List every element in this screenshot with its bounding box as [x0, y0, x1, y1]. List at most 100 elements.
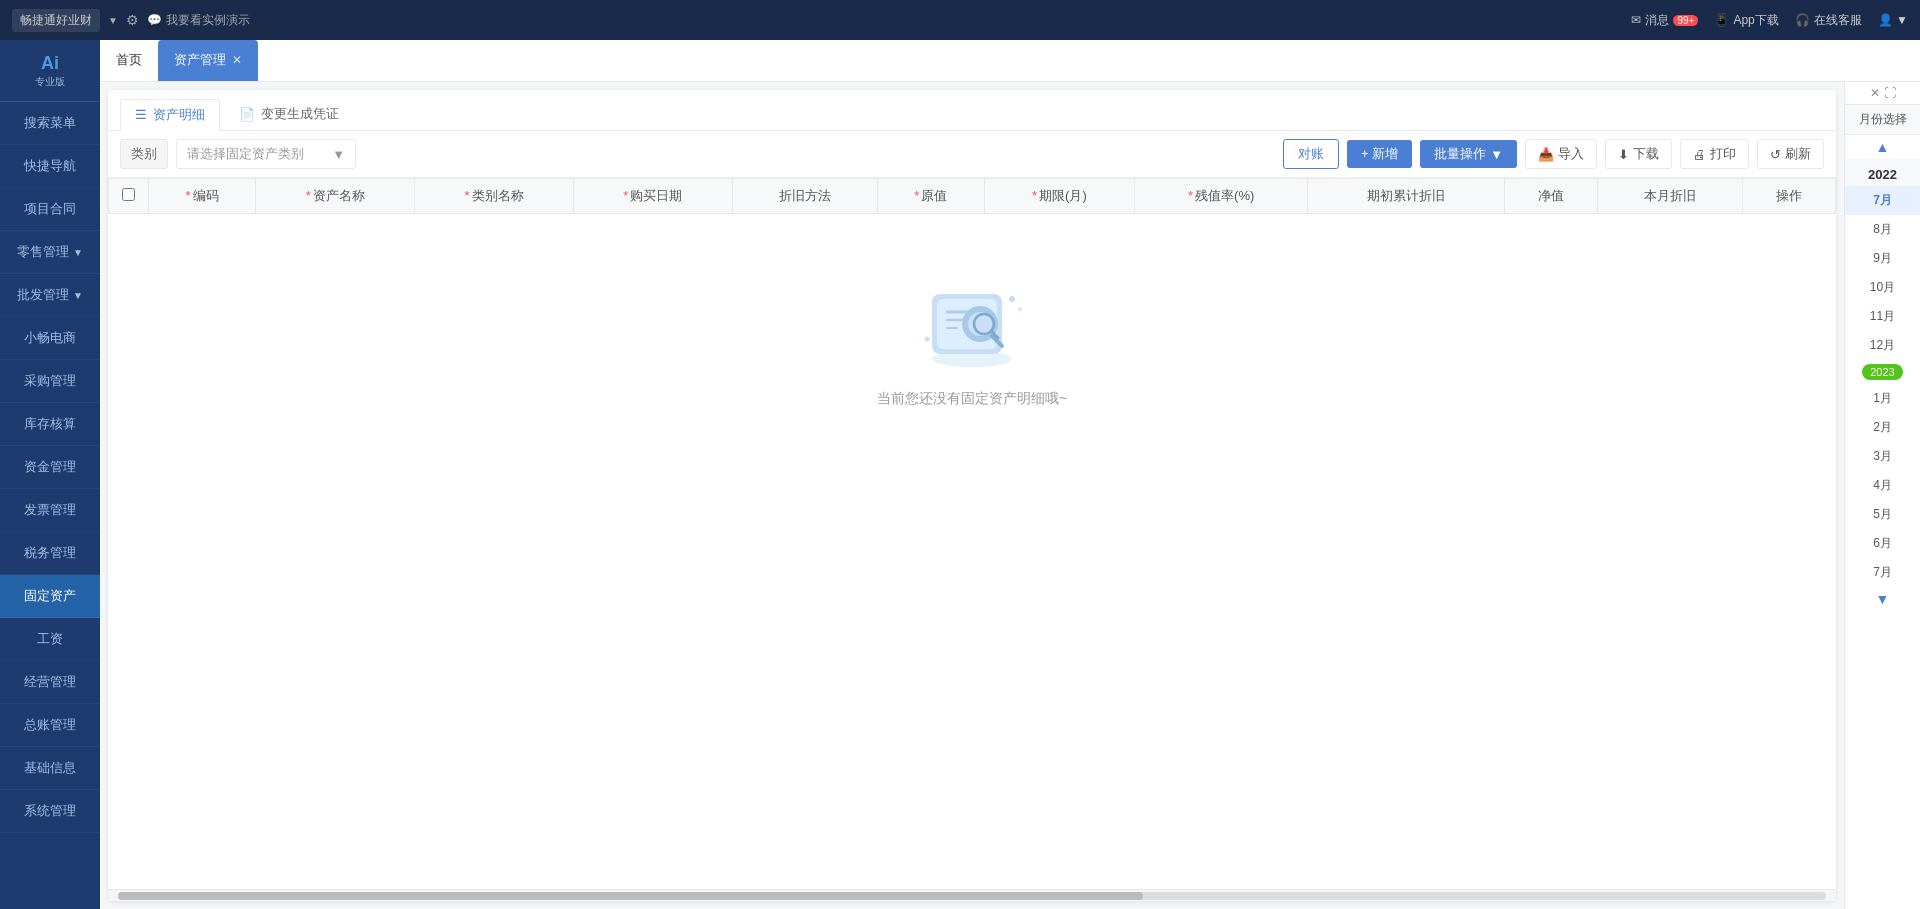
- sidebar-label-finance: 资金管理: [24, 458, 76, 476]
- import-icon: 📥: [1538, 147, 1554, 162]
- month-2022-11[interactable]: 11月: [1845, 302, 1920, 331]
- retail-arrow-icon: ▼: [73, 247, 83, 258]
- sidebar-label-search-menu: 搜索菜单: [24, 114, 76, 132]
- scrollbar-track[interactable]: [118, 892, 1826, 900]
- sidebar-item-operations[interactable]: 经营管理: [0, 661, 100, 704]
- th-net-value: 净值: [1504, 179, 1597, 214]
- month-2023-05[interactable]: 5月: [1845, 500, 1920, 529]
- assets-table: *编码 *资产名称 *类别名称 *购买日期 折旧方法 *原值 *期限(月) *残…: [108, 178, 1836, 214]
- th-accumulated-depreciation: 期初累计折旧: [1308, 179, 1504, 214]
- demo-link[interactable]: 💬 我要看实例演示: [147, 12, 250, 29]
- sidebar-item-tax[interactable]: 税务管理: [0, 532, 100, 575]
- month-2022-09[interactable]: 9月: [1845, 244, 1920, 273]
- batch-button[interactable]: 批量操作 ▼: [1420, 140, 1517, 168]
- download-button[interactable]: ⬇ 下载: [1605, 139, 1672, 169]
- month-2022-08[interactable]: 8月: [1845, 215, 1920, 244]
- sidebar-item-ledger[interactable]: 总账管理: [0, 704, 100, 747]
- user-avatar[interactable]: 👤 ▼: [1878, 13, 1908, 27]
- sidebar-item-invoice[interactable]: 发票管理: [0, 489, 100, 532]
- panel-close-icon[interactable]: ✕: [1870, 86, 1880, 100]
- reconcile-button[interactable]: 对账: [1283, 139, 1339, 169]
- sidebar-label-system: 系统管理: [24, 802, 76, 820]
- th-name: *资产名称: [256, 179, 415, 214]
- th-original-value: *原值: [877, 179, 984, 214]
- th-period: *期限(月): [984, 179, 1134, 214]
- tab-asset-mgmt-close[interactable]: ✕: [232, 53, 242, 67]
- filter-dropdown-icon: ▼: [332, 147, 345, 162]
- month-2023-01[interactable]: 1月: [1845, 384, 1920, 413]
- sidebar-item-purchase[interactable]: 采购管理: [0, 360, 100, 403]
- sidebar-item-basic-info[interactable]: 基础信息: [0, 747, 100, 790]
- company-dropdown-arrow[interactable]: ▼: [108, 15, 118, 26]
- month-nav-up[interactable]: ▲: [1845, 135, 1920, 159]
- refresh-icon: ↺: [1770, 147, 1781, 162]
- sub-tab-change-voucher-label: 变更生成凭证: [261, 105, 339, 123]
- month-2023-04[interactable]: 4月: [1845, 471, 1920, 500]
- top-bar-left: 畅捷通好业财 ▼ ⚙ 💬 我要看实例演示: [12, 9, 1621, 32]
- sub-tabs: ☰ 资产明细 📄 变更生成凭证: [108, 90, 1836, 131]
- tab-home[interactable]: 首页: [100, 40, 158, 81]
- print-button[interactable]: 🖨 打印: [1680, 139, 1749, 169]
- toolbar: 类别 请选择固定资产类别 ▼ 对账 + 新增 批量操作 ▼: [108, 131, 1836, 178]
- print-icon: 🖨: [1693, 147, 1706, 162]
- company-selector[interactable]: 畅捷通好业财: [12, 9, 100, 32]
- sidebar-item-inventory[interactable]: 库存核算: [0, 403, 100, 446]
- scrollbar-thumb[interactable]: [118, 892, 1143, 900]
- content-area: 首页 资产管理 ✕ ☰ 资产明细 📄 变更生成凭证: [100, 40, 1920, 909]
- month-list: ▲ 2022 7月 8月 9月 10月 11月 12月 2023 1月 2月 3…: [1845, 135, 1920, 909]
- month-2022-12[interactable]: 12月: [1845, 331, 1920, 360]
- month-2023-06[interactable]: 6月: [1845, 529, 1920, 558]
- bottom-scrollbar[interactable]: [108, 889, 1836, 901]
- sidebar-item-project-contract[interactable]: 项目合同: [0, 188, 100, 231]
- month-2022-10[interactable]: 10月: [1845, 273, 1920, 302]
- online-service-action[interactable]: 🎧 在线客服: [1795, 12, 1862, 29]
- th-category: *类别名称: [415, 179, 574, 214]
- sidebar-item-ecommerce[interactable]: 小畅电商: [0, 317, 100, 360]
- sidebar-label-salary: 工资: [37, 630, 63, 648]
- sidebar-label-retail: 零售管理: [17, 243, 69, 261]
- sidebar-label-ledger: 总账管理: [24, 716, 76, 734]
- filter-category-label: 类别: [120, 139, 168, 169]
- filter-category-select[interactable]: 请选择固定资产类别 ▼: [176, 139, 356, 169]
- refresh-button[interactable]: ↺ 刷新: [1757, 139, 1824, 169]
- sidebar-label-quick-nav: 快捷导航: [24, 157, 76, 175]
- month-2023-03[interactable]: 3月: [1845, 442, 1920, 471]
- empty-text: 当前您还没有固定资产明细哦~: [877, 390, 1067, 408]
- add-button[interactable]: + 新增: [1347, 140, 1412, 168]
- tab-asset-mgmt[interactable]: 资产管理 ✕: [158, 40, 258, 81]
- month-2022-07[interactable]: 7月: [1845, 186, 1920, 215]
- month-nav-down[interactable]: ▼: [1845, 587, 1920, 611]
- th-checkbox: [109, 179, 149, 214]
- import-button[interactable]: 📥 导入: [1525, 139, 1597, 169]
- app-download-action[interactable]: 📱 App下载: [1714, 12, 1778, 29]
- select-all-checkbox[interactable]: [122, 188, 135, 201]
- tab-home-label: 首页: [116, 51, 142, 69]
- sidebar-label-operations: 经营管理: [24, 673, 76, 691]
- panel-expand-icon[interactable]: ⛶: [1884, 86, 1896, 100]
- sidebar-item-quick-nav[interactable]: 快捷导航: [0, 145, 100, 188]
- asset-detail-icon: ☰: [135, 107, 147, 122]
- main-panel: ☰ 资产明细 📄 变更生成凭证 类别 请选择固定资产类别 ▼: [108, 90, 1836, 901]
- sidebar: Ai 专业版 搜索菜单 快捷导航 项目合同 零售管理 ▼ 批发管理 ▼ 小畅电商…: [0, 40, 100, 909]
- sub-tab-change-voucher[interactable]: 📄 变更生成凭证: [224, 98, 354, 130]
- th-monthly-depreciation: 本月折旧: [1597, 179, 1742, 214]
- svg-point-12: [1018, 307, 1022, 311]
- sidebar-item-search-menu[interactable]: 搜索菜单: [0, 102, 100, 145]
- year-2022-header: 2022: [1845, 159, 1920, 186]
- message-badge: 99+: [1673, 15, 1698, 26]
- phone-icon: 📱: [1714, 13, 1729, 27]
- sidebar-item-salary[interactable]: 工资: [0, 618, 100, 661]
- month-2023-02[interactable]: 2月: [1845, 413, 1920, 442]
- sidebar-item-system[interactable]: 系统管理: [0, 790, 100, 833]
- page-content: ☰ 资产明细 📄 变更生成凭证 类别 请选择固定资产类别 ▼: [100, 82, 1920, 909]
- year-2023-badge[interactable]: 2023: [1862, 364, 1902, 380]
- message-action[interactable]: ✉ 消息 99+: [1631, 12, 1698, 29]
- sidebar-item-wholesale[interactable]: 批发管理 ▼: [0, 274, 100, 317]
- sidebar-item-finance[interactable]: 资金管理: [0, 446, 100, 489]
- sidebar-item-fixed-assets[interactable]: 固定资产: [0, 575, 100, 618]
- month-2023-07[interactable]: 7月: [1845, 558, 1920, 587]
- settings-icon[interactable]: ⚙: [126, 12, 139, 28]
- sub-tab-asset-detail[interactable]: ☰ 资产明细: [120, 99, 220, 131]
- sidebar-item-retail[interactable]: 零售管理 ▼: [0, 231, 100, 274]
- sidebar-logo: Ai 专业版: [0, 40, 100, 102]
